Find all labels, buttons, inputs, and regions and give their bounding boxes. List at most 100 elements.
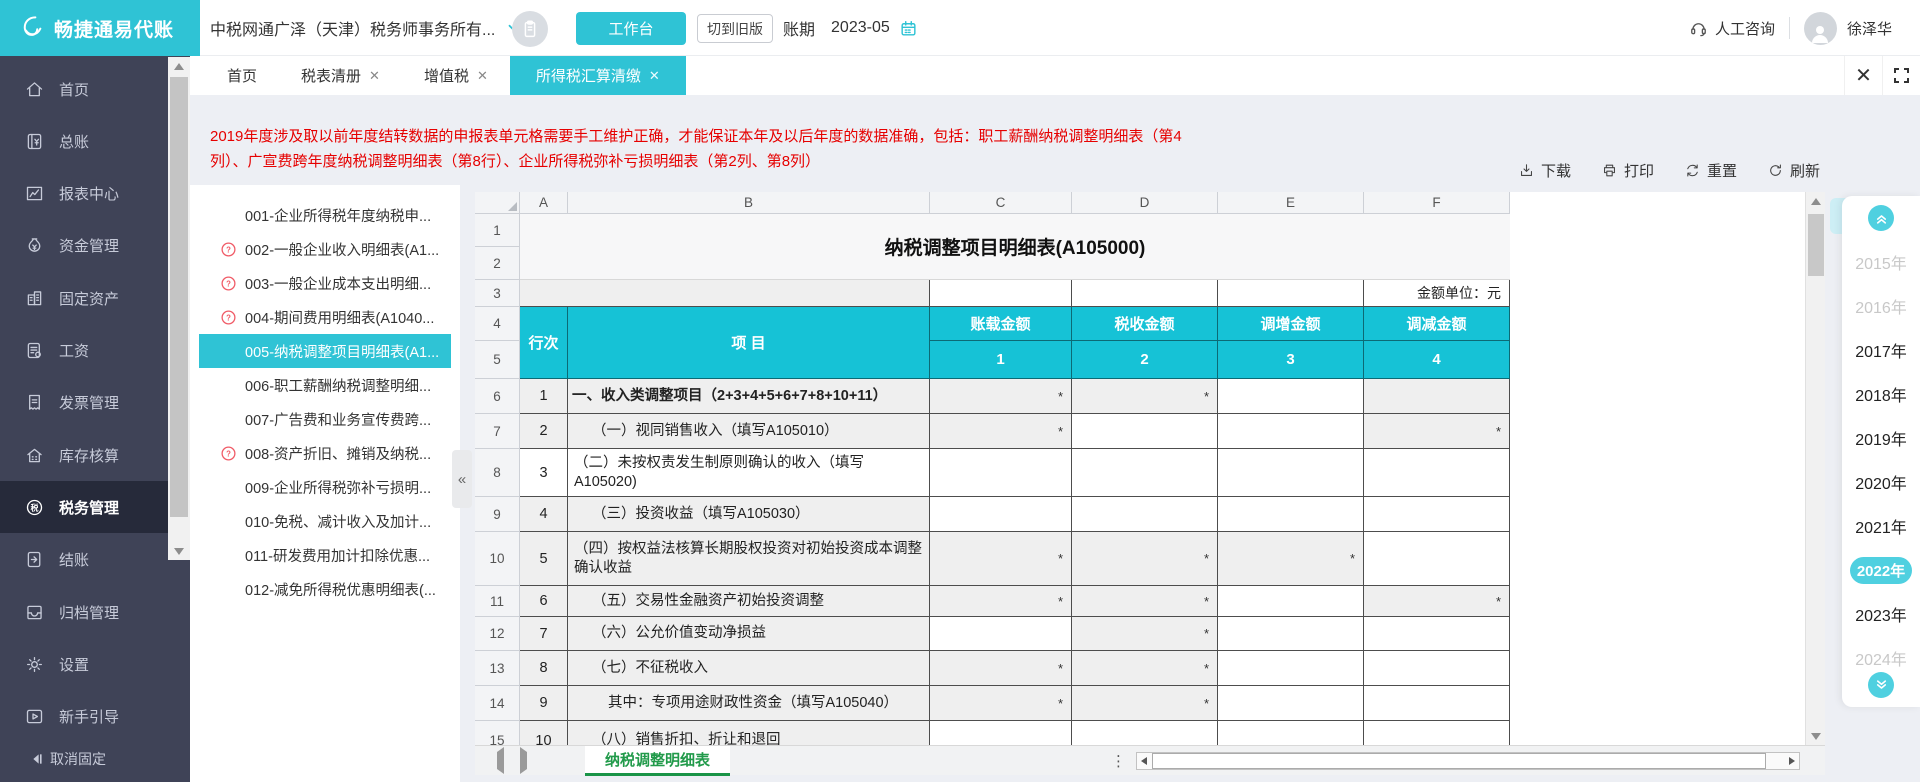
tab-close-icon[interactable]: ✕ [477, 68, 488, 84]
sheet-tab[interactable]: 纳税调整明细表 [585, 746, 730, 776]
cell[interactable] [1218, 280, 1364, 307]
item-cell[interactable]: （一）视同销售收入（填写A105010） [568, 414, 930, 449]
reset-button[interactable]: 重置 [1684, 160, 1737, 181]
money-cell[interactable]: * [1072, 686, 1218, 721]
scroll-down-arrow-icon[interactable] [168, 542, 190, 560]
column-header-F[interactable]: F [1364, 192, 1510, 214]
money-cell[interactable] [1364, 497, 1510, 532]
money-cell[interactable] [1072, 721, 1218, 745]
money-cell[interactable] [1218, 721, 1364, 745]
item-cell[interactable]: （四）按权益法核算长期股权投资对初始投资成本调整确认收益 [568, 532, 930, 586]
report-list-item[interactable]: ? 008-资产折旧、摊销及纳税... [199, 436, 451, 470]
year-item[interactable]: 2018年 [1842, 372, 1920, 416]
workbench-button[interactable]: 工作台 [576, 12, 686, 45]
sidebar-item-invoice[interactable]: 发票管理 [0, 377, 168, 429]
sidebar-item-tax[interactable]: 税 税务管理 [0, 481, 168, 534]
money-cell[interactable] [1218, 686, 1364, 721]
money-cell[interactable] [1218, 497, 1364, 532]
tab-3[interactable]: 增值税 ✕ [402, 56, 510, 95]
company-selector[interactable]: 中税网通广泽（天津）税务师事务所有... [210, 0, 523, 56]
tab-4[interactable]: 所得税汇算清缴 ✕ [509, 56, 686, 95]
print-button[interactable]: 打印 [1601, 160, 1654, 181]
row-header-13[interactable]: 13 [475, 651, 520, 686]
money-cell[interactable] [1218, 379, 1364, 414]
money-cell[interactable]: * [1364, 586, 1510, 617]
sidebar-item-home[interactable]: 首页 [0, 63, 168, 115]
close-button[interactable]: ✕ [1844, 56, 1882, 95]
sidebar-item-ledger[interactable]: 总账 [0, 115, 168, 167]
switch-old-version-button[interactable]: 切到旧版 [697, 14, 773, 43]
row-header-11[interactable]: 11 [475, 586, 520, 617]
item-cell[interactable]: 一、收入类调整项目（2+3+4+5+6+7+8+10+11） [568, 379, 930, 414]
tab-close-icon[interactable]: ✕ [369, 68, 380, 84]
tab-close-icon[interactable]: ✕ [649, 68, 660, 84]
row-header-15[interactable]: 15 [475, 721, 520, 745]
report-list-item[interactable]: ? 003-一般企业成本支出明细... [199, 266, 451, 300]
line-number-cell[interactable]: 3 [520, 449, 568, 497]
clipboard-icon-button[interactable] [512, 11, 548, 47]
row-header-10[interactable]: 10 [475, 532, 520, 586]
money-cell[interactable]: * [1072, 617, 1218, 651]
row-header-1[interactable]: 1 [475, 214, 520, 247]
tab-1[interactable]: 首页 [205, 56, 279, 95]
row-header-3[interactable]: 3 [475, 280, 520, 307]
money-cell[interactable] [1218, 449, 1364, 497]
money-cell[interactable] [930, 617, 1072, 651]
money-cell[interactable] [1364, 651, 1510, 686]
sidebar-item-closing[interactable]: 结账 [0, 534, 168, 586]
year-item[interactable]: 2021年 [1842, 504, 1920, 548]
report-list-item[interactable]: ? 004-期间费用明细表(A1040... [199, 300, 451, 334]
unit-note-cell[interactable]: 金额单位：元 [1364, 280, 1510, 307]
avatar[interactable] [1803, 11, 1837, 45]
line-number-cell[interactable]: 1 [520, 379, 568, 414]
column-header-D[interactable]: D [1072, 192, 1218, 214]
money-cell[interactable]: * [1364, 414, 1510, 449]
support-button[interactable]: 人工咨询 [1689, 18, 1775, 39]
sidebar-scrollbar[interactable] [168, 57, 190, 560]
cell[interactable] [520, 280, 930, 307]
row-header-2[interactable]: 2 [475, 247, 520, 280]
year-item[interactable]: 2022年 [1842, 548, 1920, 592]
money-cell[interactable]: * [930, 532, 1072, 586]
money-cell[interactable]: * [930, 414, 1072, 449]
money-cell[interactable] [1364, 532, 1510, 586]
fullscreen-button[interactable] [1882, 56, 1920, 95]
tab-2[interactable]: 税表清册 ✕ [279, 56, 402, 95]
sidebar-item-report[interactable]: 报表中心 [0, 168, 168, 220]
report-list-item[interactable]: 001-企业所得税年度纳税申... [199, 198, 451, 232]
item-cell[interactable]: （七）不征税收入 [568, 651, 930, 686]
line-number-cell[interactable]: 9 [520, 686, 568, 721]
line-number-cell[interactable]: 2 [520, 414, 568, 449]
column-header-C[interactable]: C [930, 192, 1072, 214]
sidebar-item-salary[interactable]: 工资 [0, 325, 168, 377]
report-list-item[interactable]: 010-免税、减计收入及加计... [199, 504, 451, 538]
row-header-7[interactable]: 7 [475, 414, 520, 449]
row-header-6[interactable]: 6 [475, 379, 520, 414]
report-list-item[interactable]: 005-纳税调整项目明细表(A1... [199, 334, 451, 368]
year-item[interactable]: 2015年 [1842, 240, 1920, 284]
money-cell[interactable]: * [1072, 379, 1218, 414]
scroll-right-arrow-icon[interactable] [1785, 753, 1799, 769]
row-header-4[interactable]: 4 [475, 307, 520, 341]
user-name[interactable]: 徐泽华 [1847, 18, 1892, 39]
column-header-E[interactable]: E [1218, 192, 1364, 214]
money-cell[interactable] [1218, 651, 1364, 686]
years-scroll-up-button[interactable] [1868, 205, 1894, 231]
sidebar-item-inventory[interactable]: 库存核算 [0, 429, 168, 481]
money-cell[interactable] [1364, 617, 1510, 651]
money-cell[interactable]: * [1072, 586, 1218, 617]
money-cell[interactable]: * [930, 686, 1072, 721]
next-sheet-arrow[interactable] [520, 747, 527, 774]
line-number-cell[interactable]: 5 [520, 532, 568, 586]
money-cell[interactable] [1364, 686, 1510, 721]
cell[interactable] [930, 280, 1072, 307]
year-item[interactable]: 2020年 [1842, 460, 1920, 504]
year-item[interactable]: 2019年 [1842, 416, 1920, 460]
year-item[interactable]: 2017年 [1842, 328, 1920, 372]
money-cell[interactable] [1072, 497, 1218, 532]
report-list-item[interactable]: 012-减免所得税优惠明细表(... [199, 572, 451, 606]
item-cell[interactable]: （三）投资收益（填写A105030） [568, 497, 930, 532]
prev-sheet-arrow[interactable] [497, 747, 504, 774]
scroll-left-arrow-icon[interactable] [1137, 753, 1151, 769]
scroll-up-arrow-icon[interactable] [168, 57, 190, 75]
